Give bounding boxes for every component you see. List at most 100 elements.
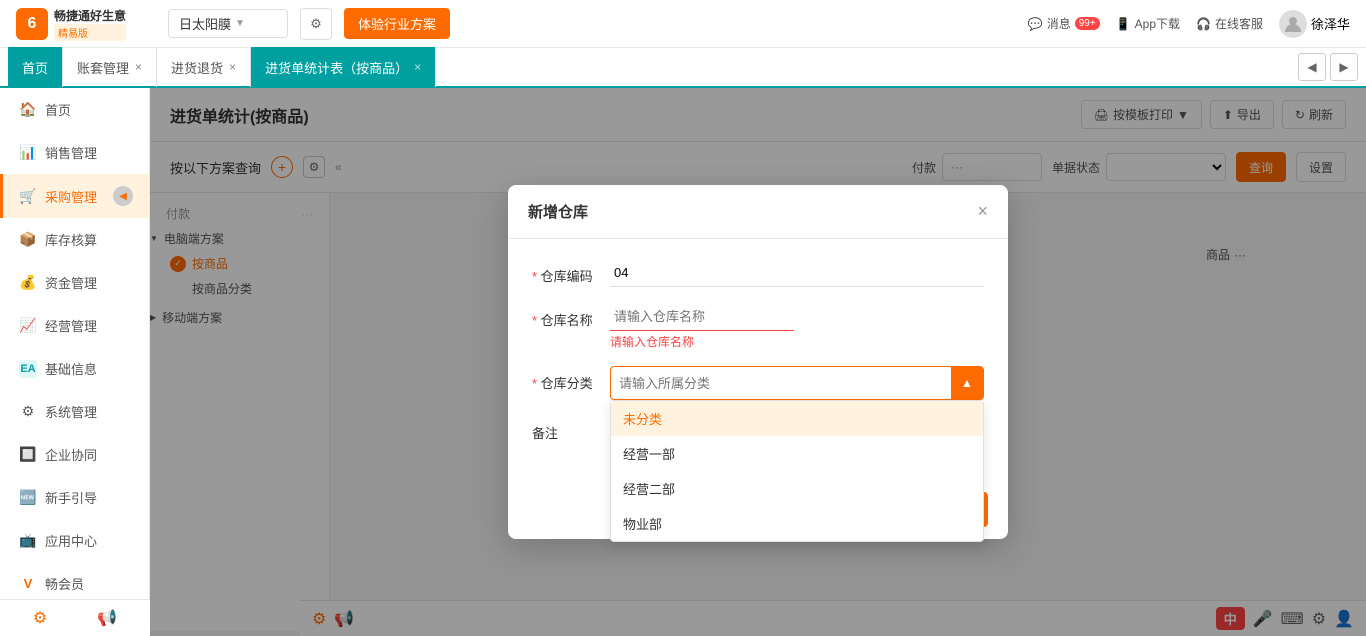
sidebar: 🏠 首页 📊 销售管理 🛒 采购管理 ◀ 📦 库存核算 💰 资金管理 📈 经营管…	[0, 88, 150, 636]
category-input[interactable]	[611, 370, 951, 397]
category-option-1[interactable]: 经营一部	[611, 436, 983, 471]
sidebar-label-app-center: 应用中心	[45, 531, 97, 550]
content-area: 进货单统计(按商品) 🖨 按模板打印 ▼ ⬆ 导出 ↻ 刷新 按以下方案查询	[150, 88, 1366, 636]
purchase-return-tab-label: 进货退货	[171, 58, 223, 77]
home-tab-label: 首页	[22, 58, 48, 77]
main-layout: 🏠 首页 📊 销售管理 🛒 采购管理 ◀ 📦 库存核算 💰 资金管理 📈 经营管…	[0, 88, 1366, 636]
tab-prev-button[interactable]: ◀	[1298, 53, 1326, 81]
sidebar-item-collab[interactable]: 🔲 企业协同	[0, 433, 149, 476]
purchase-stats-tab-label: 进货单统计表（按商品）	[265, 58, 408, 77]
modal-close-button[interactable]: ×	[977, 201, 988, 222]
settings-icon[interactable]: ⚙	[300, 8, 332, 40]
tab-purchase-return[interactable]: 进货退货 ×	[157, 47, 251, 87]
online-service-button[interactable]: 🎧 在线客服	[1196, 15, 1263, 32]
warehouse-code-field: * 仓库编码	[532, 259, 984, 287]
inventory-icon: 📦	[19, 231, 37, 249]
accounts-tab-label: 账套管理	[77, 58, 129, 77]
sidebar-item-operations[interactable]: 📈 经营管理	[0, 304, 149, 347]
message-badge: 99+	[1075, 17, 1100, 30]
tab-close-purchase-stats[interactable]: ×	[414, 60, 421, 74]
header-right: 💬 消息 99+ 📱 App下载 🎧 在线客服 徐泽华	[1028, 10, 1350, 38]
sidebar-label-finance: 资金管理	[45, 273, 97, 292]
modal-body: * 仓库编码 * 仓库名称 请输入仓库名称	[508, 239, 1008, 480]
sidebar-label-guide: 新手引导	[45, 488, 97, 507]
app-center-icon: 📺	[19, 532, 37, 550]
name-error-msg: 请输入仓库名称	[610, 333, 984, 350]
sidebar-label-home: 首页	[45, 100, 71, 119]
code-label: * 仓库编码	[532, 259, 602, 285]
store-name: 日太阳膜	[179, 14, 231, 33]
sidebar-label-inventory: 库存核算	[45, 230, 97, 249]
logo-badge: 精易版	[54, 24, 126, 41]
sidebar-label-purchase: 采购管理	[45, 187, 97, 206]
tab-close-purchase-return[interactable]: ×	[229, 60, 236, 74]
sidebar-collapse-btn[interactable]: ◀	[113, 186, 133, 206]
avatar	[1279, 10, 1307, 38]
tab-home[interactable]: 首页	[8, 47, 63, 87]
guide-icon: 🆕	[19, 489, 37, 507]
system-icon: ⚙	[19, 403, 37, 421]
home-icon: 🏠	[19, 101, 37, 119]
category-option-2[interactable]: 经营二部	[611, 471, 983, 506]
category-input-row: ▲	[610, 366, 984, 400]
tab-accounts[interactable]: 账套管理 ×	[63, 47, 157, 87]
add-warehouse-modal: 新增仓库 × * 仓库编码 * 仓库名称	[508, 185, 1008, 539]
tab-bar: 首页 账套管理 × 进货退货 × 进货单统计表（按商品） × ◀ ▶	[0, 48, 1366, 88]
sales-icon: 📊	[19, 144, 37, 162]
trial-button[interactable]: 体验行业方案	[344, 8, 450, 39]
category-dropdown-toggle[interactable]: ▲	[951, 367, 983, 399]
message-icon: 💬	[1028, 17, 1043, 31]
warehouse-code-input[interactable]	[610, 259, 984, 287]
modal-header: 新增仓库 ×	[508, 185, 1008, 239]
sidebar-label-basic-info: 基础信息	[45, 359, 97, 378]
logo-area: 6 畅捷通好生意 精易版	[16, 7, 156, 41]
logo-text: 畅捷通好生意 精易版	[54, 7, 126, 41]
logo-icon: 6	[16, 8, 48, 40]
basic-info-icon: EA	[19, 360, 37, 378]
warehouse-name-input[interactable]	[610, 303, 794, 331]
sidebar-bottom: ⚙ 📢	[0, 599, 150, 636]
purchase-icon: 🛒	[19, 187, 37, 205]
category-option-0[interactable]: 未分类	[611, 401, 983, 436]
sidebar-label-operations: 经营管理	[45, 316, 97, 335]
sidebar-settings-icon[interactable]: ⚙	[33, 608, 47, 628]
collab-icon: 🔲	[19, 446, 37, 464]
sidebar-item-sales[interactable]: 📊 销售管理	[0, 131, 149, 174]
name-field-wrapper: 请输入仓库名称	[610, 303, 984, 350]
warehouse-category-field: * 仓库分类 ▲ 未分类 经营一部 经营二部 物业部	[532, 366, 984, 400]
sidebar-label-collab: 企业协同	[45, 445, 97, 464]
top-header: 6 畅捷通好生意 精易版 日太阳膜 ▼ ⚙ 体验行业方案 💬 消息 99+ 📱 …	[0, 0, 1366, 48]
sidebar-item-finance[interactable]: 💰 资金管理	[0, 261, 149, 304]
sidebar-item-inventory[interactable]: 📦 库存核算	[0, 218, 149, 261]
headset-icon: 🎧	[1196, 17, 1211, 31]
category-label: * 仓库分类	[532, 366, 602, 392]
member-icon: V	[19, 575, 37, 593]
user-menu[interactable]: 徐泽华	[1279, 10, 1350, 38]
messages-button[interactable]: 💬 消息 99+	[1028, 15, 1100, 32]
sidebar-item-purchase[interactable]: 🛒 采购管理 ◀	[0, 174, 149, 218]
sidebar-label-sales: 销售管理	[45, 143, 97, 162]
category-dropdown: 未分类 经营一部 经营二部 物业部	[610, 400, 984, 542]
sidebar-item-guide[interactable]: 🆕 新手引导	[0, 476, 149, 519]
sidebar-item-home[interactable]: 🏠 首页	[0, 88, 149, 131]
operations-icon: 📈	[19, 317, 37, 335]
category-field-wrapper: ▲ 未分类 经营一部 经营二部 物业部	[610, 366, 984, 400]
category-option-3[interactable]: 物业部	[611, 506, 983, 541]
tab-next-button[interactable]: ▶	[1330, 53, 1358, 81]
sidebar-label-member: 畅会员	[45, 574, 84, 593]
sidebar-item-app-center[interactable]: 📺 应用中心	[0, 519, 149, 562]
sidebar-item-basic-info[interactable]: EA 基础信息	[0, 347, 149, 390]
name-label: * 仓库名称	[532, 303, 602, 329]
tab-purchase-stats[interactable]: 进货单统计表（按商品） ×	[251, 47, 436, 87]
warehouse-name-field: * 仓库名称 请输入仓库名称	[532, 303, 984, 350]
sidebar-label-system: 系统管理	[45, 402, 97, 421]
store-selector[interactable]: 日太阳膜 ▼	[168, 9, 288, 38]
sidebar-item-system[interactable]: ⚙ 系统管理	[0, 390, 149, 433]
tab-controls: ◀ ▶	[1298, 53, 1358, 81]
sidebar-speaker-icon[interactable]: 📢	[97, 608, 117, 628]
store-dropdown-arrow: ▼	[235, 18, 245, 29]
app-download-button[interactable]: 📱 App下载	[1116, 15, 1180, 32]
tab-close-accounts[interactable]: ×	[135, 60, 142, 74]
finance-icon: 💰	[19, 274, 37, 292]
note-label: 备注	[532, 416, 602, 442]
